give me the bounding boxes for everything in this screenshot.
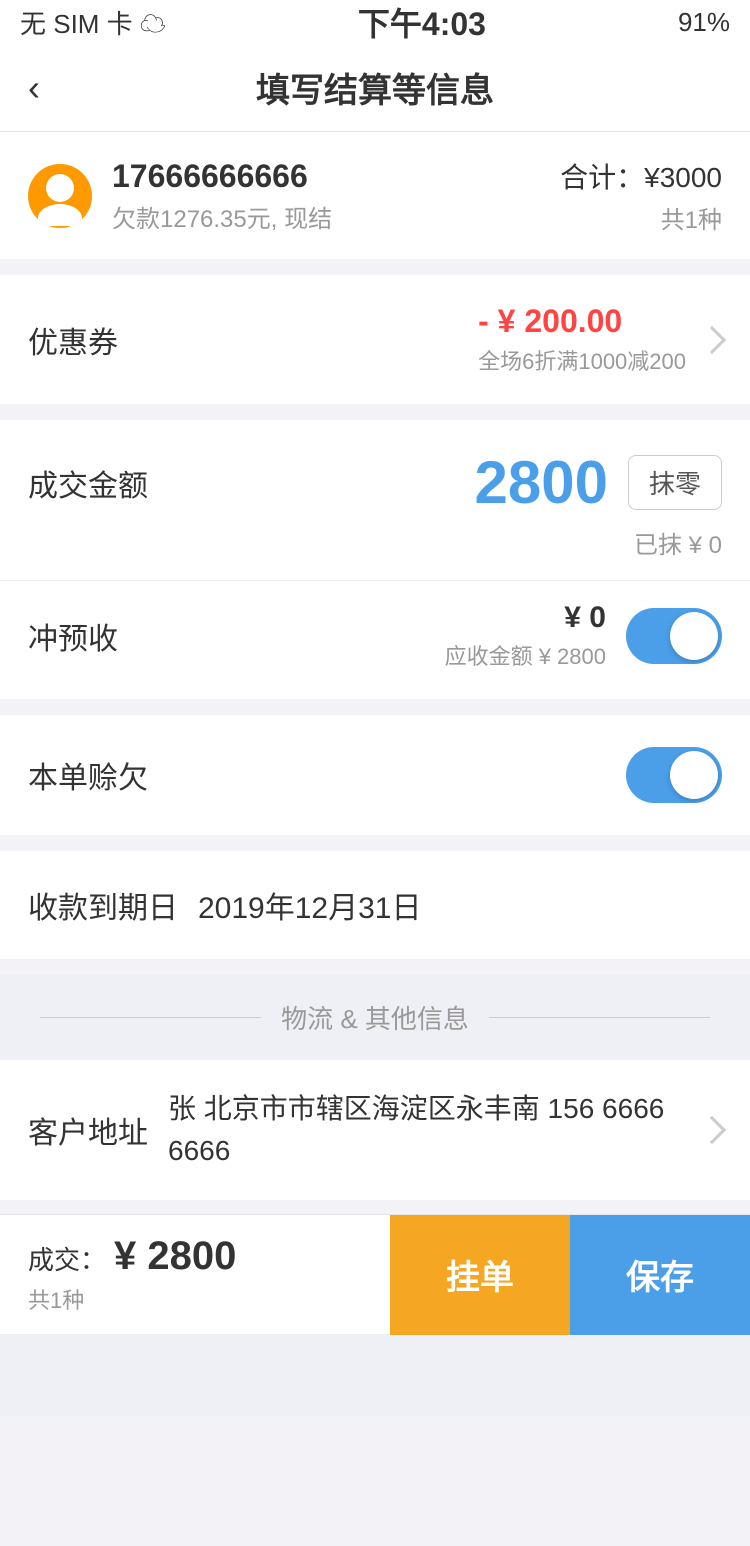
prepay-sub: 应收金额 ¥ 2800	[445, 639, 606, 671]
amount-label: 成交金额	[28, 461, 148, 505]
customer-sub: 欠款1276.35元, 现结	[112, 199, 332, 234]
customer-row: 17666666666 欠款1276.35元, 现结 合计：¥3000 共1种	[0, 132, 750, 259]
amount-sub: 已抹 ¥ 0	[0, 525, 750, 580]
round-off-button[interactable]: 抹零	[628, 455, 722, 510]
amount-right: 2800 抹零	[475, 448, 723, 517]
coupon-detail: 全场6折满1000减200	[478, 344, 686, 376]
chevron-right-icon	[698, 325, 726, 353]
total-value: ¥3000	[644, 162, 722, 193]
section-divider-text: 物流 & 其他信息	[281, 999, 469, 1036]
duedate-value: 2019年12月31日	[198, 883, 421, 927]
sim-signal: 无 SIM 卡 ☁	[20, 4, 166, 41]
bottom-count: 共1种	[28, 1283, 362, 1315]
bottom-total: ¥ 2800	[114, 1234, 236, 1279]
bottom-bar: 成交： ¥ 2800 共1种 挂单 保存	[0, 1214, 750, 1334]
duedate-row: 收款到期日 2019年12月31日	[0, 851, 750, 959]
bottom-label: 成交：	[28, 1240, 106, 1277]
total-label-value: 合计：¥3000	[560, 156, 722, 196]
divider-line-left	[40, 1017, 261, 1018]
prepay-row: 冲预收 ¥ 0 应收金额 ¥ 2800	[0, 580, 750, 699]
customer-card: 17666666666 欠款1276.35元, 现结 合计：¥3000 共1种	[0, 132, 750, 259]
address-chevron-icon	[698, 1116, 726, 1144]
debt-toggle[interactable]	[626, 747, 722, 803]
pending-button[interactable]: 挂单	[390, 1215, 570, 1335]
nav-bar: ‹ 填写结算等信息	[0, 44, 750, 132]
debt-label: 本单赊欠	[28, 753, 148, 797]
amount-row: 成交金额 2800 抹零	[0, 420, 750, 525]
duedate-label: 收款到期日	[28, 883, 178, 927]
status-time: 下午4:03	[358, 0, 486, 45]
customer-info: 17666666666 欠款1276.35元, 现结	[112, 158, 332, 234]
debt-row: 本单赊欠	[0, 715, 750, 835]
total-label: 合计：	[560, 162, 644, 193]
address-label: 客户地址	[28, 1108, 148, 1152]
status-bar: 无 SIM 卡 ☁ 下午4:03 91%	[0, 0, 750, 44]
status-right: 91%	[678, 7, 730, 38]
status-left: 无 SIM 卡 ☁	[20, 4, 166, 41]
page-title: 填写结算等信息	[256, 63, 494, 112]
divider-line-right	[489, 1017, 710, 1018]
coupon-row[interactable]: 优惠券 - ¥ 200.00 全场6折满1000减200	[0, 275, 750, 404]
prepay-label: 冲预收	[28, 614, 118, 658]
coupon-label: 优惠券	[28, 318, 118, 362]
coupon-discount: - ¥ 200.00	[478, 303, 686, 340]
save-button[interactable]: 保存	[570, 1215, 750, 1335]
amount-section: 成交金额 2800 抹零 已抹 ¥ 0 冲预收 ¥ 0 应收金额 ¥ 2800	[0, 420, 750, 699]
amount-value: 2800	[475, 448, 608, 517]
bottom-info: 成交： ¥ 2800 共1种	[0, 1234, 390, 1315]
prepay-amount: ¥ 0	[445, 601, 606, 635]
customer-phone: 17666666666	[112, 158, 332, 195]
coupon-right: - ¥ 200.00 全场6折满1000减200	[478, 303, 722, 376]
battery-icon: 91%	[678, 7, 730, 38]
customer-total: 合计：¥3000 共1种	[560, 156, 722, 235]
prepay-right: ¥ 0 应收金额 ¥ 2800	[445, 601, 722, 671]
section-divider: 物流 & 其他信息	[0, 975, 750, 1060]
coupon-card: 优惠券 - ¥ 200.00 全场6折满1000减200	[0, 275, 750, 404]
address-row[interactable]: 客户地址 张 北京市市辖区海淀区永丰南 156 6666 6666	[0, 1060, 750, 1200]
address-value: 张 北京市市辖区海淀区永丰南 156 6666 6666	[168, 1088, 694, 1172]
customer-count: 共1种	[560, 200, 722, 235]
avatar	[28, 164, 92, 228]
prepay-toggle[interactable]	[626, 608, 722, 664]
back-button[interactable]: ‹	[28, 67, 40, 109]
